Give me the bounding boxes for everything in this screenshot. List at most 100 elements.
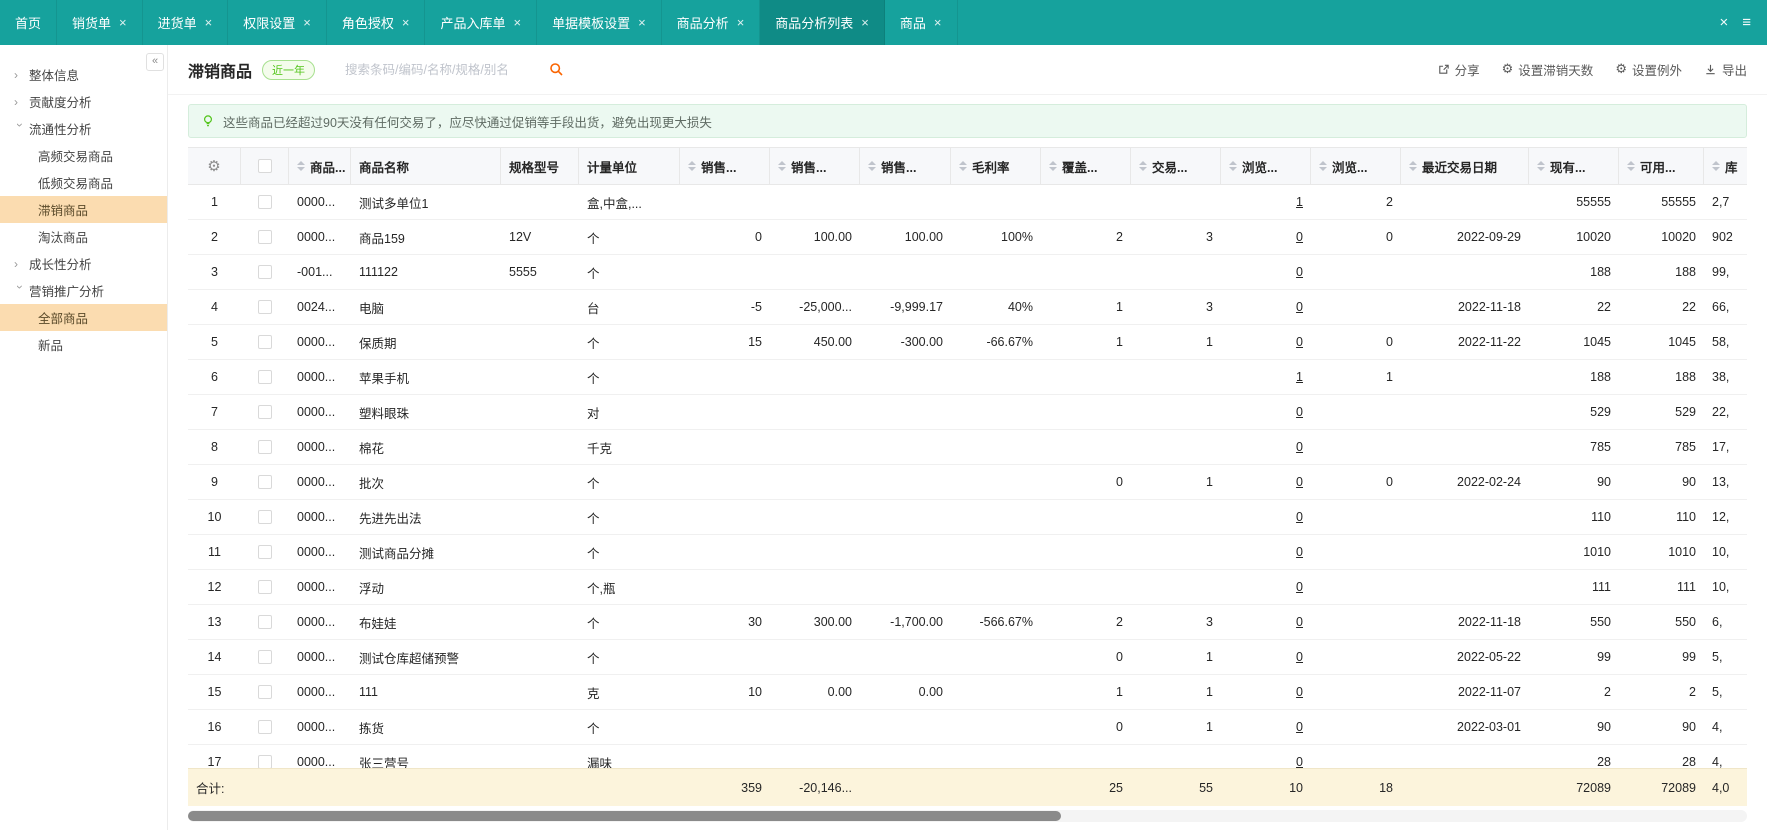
sort-caret-icon[interactable]	[688, 161, 696, 171]
views-link[interactable]: 0	[1296, 230, 1303, 244]
sort-caret-icon[interactable]	[1319, 161, 1327, 171]
sort-caret-icon[interactable]	[778, 161, 786, 171]
horizontal-scrollbar[interactable]	[188, 810, 1747, 822]
scrollbar-thumb[interactable]	[188, 811, 1062, 821]
sidebar-item-6[interactable]: 滞销商品	[0, 196, 167, 223]
column-header-17[interactable]: 库	[1704, 148, 1747, 184]
nav-tab-4[interactable]: 权限设置 ×	[228, 0, 327, 45]
sidebar-item-10[interactable]: 全部商品	[0, 304, 167, 331]
views-link[interactable]: 0	[1296, 545, 1303, 559]
views-link[interactable]: 0	[1296, 650, 1303, 664]
views-link[interactable]: 0	[1296, 510, 1303, 524]
sort-caret-icon[interactable]	[1139, 161, 1147, 171]
tab-close-icon[interactable]: ×	[513, 16, 521, 29]
nav-tab-6[interactable]: 产品入库单 ×	[425, 0, 538, 45]
row-checkbox[interactable]	[258, 720, 272, 734]
search-input[interactable]	[345, 62, 546, 77]
row-checkbox[interactable]	[258, 615, 272, 629]
search-icon[interactable]	[549, 62, 564, 77]
row-checkbox[interactable]	[258, 300, 272, 314]
row-checkbox[interactable]	[258, 335, 272, 349]
views-link[interactable]: 0	[1296, 405, 1303, 419]
views-link[interactable]: 0	[1296, 580, 1303, 594]
sidebar-item-7[interactable]: 淘汰商品	[0, 223, 167, 250]
sort-caret-icon[interactable]	[959, 161, 967, 171]
column-header-16[interactable]: 可用...	[1619, 148, 1704, 184]
sidebar-item-4[interactable]: 高频交易商品	[0, 142, 167, 169]
views-link[interactable]: 0	[1296, 440, 1303, 454]
views-link[interactable]: 0	[1296, 755, 1303, 768]
sidebar-item-8[interactable]: › 成长性分析	[0, 250, 167, 277]
sort-caret-icon[interactable]	[1712, 161, 1720, 171]
views-link[interactable]: 0	[1296, 300, 1303, 314]
sidebar-item-1[interactable]: › 整体信息	[0, 61, 167, 88]
set-exceptions-button[interactable]: ⚙ 设置例外	[1615, 60, 1682, 79]
row-checkbox[interactable]	[258, 475, 272, 489]
share-button[interactable]: 分享	[1437, 60, 1480, 79]
close-tabs-icon[interactable]: ×	[1719, 14, 1728, 31]
sort-caret-icon[interactable]	[297, 161, 305, 171]
tab-close-icon[interactable]: ×	[861, 16, 869, 29]
date-range-badge[interactable]: 近一年	[262, 59, 316, 80]
select-all-checkbox[interactable]	[257, 159, 272, 173]
column-header-6[interactable]: 销售...	[680, 148, 770, 184]
sidebar-item-3[interactable]: › 流通性分析	[0, 115, 167, 142]
tab-close-icon[interactable]: ×	[205, 16, 213, 29]
column-header-2[interactable]: 商品...	[289, 148, 351, 184]
row-checkbox[interactable]	[258, 650, 272, 664]
column-header-10[interactable]: 覆盖...	[1041, 148, 1131, 184]
column-header-11[interactable]: 交易...	[1131, 148, 1221, 184]
views-link[interactable]: 0	[1296, 475, 1303, 489]
sidebar-item-11[interactable]: 新品	[0, 331, 167, 358]
nav-tab-5[interactable]: 角色授权 ×	[327, 0, 426, 45]
sort-caret-icon[interactable]	[1627, 161, 1635, 171]
nav-tab-7[interactable]: 单据模板设置 ×	[537, 0, 662, 45]
nav-tab-10[interactable]: 商品 ×	[885, 0, 958, 45]
tab-close-icon[interactable]: ×	[934, 16, 942, 29]
column-header-9[interactable]: 毛利率	[951, 148, 1041, 184]
sort-caret-icon[interactable]	[1049, 161, 1057, 171]
sidebar-item-2[interactable]: › 贡献度分析	[0, 88, 167, 115]
sidebar-item-5[interactable]: 低频交易商品	[0, 169, 167, 196]
sort-caret-icon[interactable]	[1537, 161, 1545, 171]
nav-tab-2[interactable]: 销货单 ×	[57, 0, 143, 45]
tab-list-icon[interactable]: ≡	[1742, 14, 1751, 31]
views-link[interactable]: 1	[1296, 370, 1303, 384]
set-stale-days-button[interactable]: ⚙ 设置滞销天数	[1502, 60, 1594, 79]
views-link[interactable]: 0	[1296, 720, 1303, 734]
column-header-8[interactable]: 销售...	[860, 148, 951, 184]
views-link[interactable]: 1	[1296, 195, 1303, 209]
views-link[interactable]: 0	[1296, 615, 1303, 629]
tab-close-icon[interactable]: ×	[303, 16, 311, 29]
sidebar-collapse-button[interactable]: «	[146, 53, 164, 71]
row-checkbox[interactable]	[258, 370, 272, 384]
column-header-12[interactable]: 浏览...	[1221, 148, 1311, 184]
nav-tab-1[interactable]: 首页	[0, 0, 58, 45]
row-checkbox[interactable]	[258, 195, 272, 209]
row-checkbox[interactable]	[258, 265, 272, 279]
sort-caret-icon[interactable]	[868, 161, 876, 171]
row-checkbox[interactable]	[258, 580, 272, 594]
row-checkbox[interactable]	[258, 230, 272, 244]
column-header-7[interactable]: 销售...	[770, 148, 860, 184]
tab-close-icon[interactable]: ×	[737, 16, 745, 29]
column-header-13[interactable]: 浏览...	[1311, 148, 1401, 184]
tab-close-icon[interactable]: ×	[638, 16, 646, 29]
nav-tab-3[interactable]: 进货单 ×	[143, 0, 229, 45]
gear-icon[interactable]: ⚙	[207, 157, 220, 175]
row-checkbox[interactable]	[258, 440, 272, 454]
nav-tab-8[interactable]: 商品分析 ×	[662, 0, 761, 45]
row-checkbox[interactable]	[258, 685, 272, 699]
column-settings-header[interactable]: ⚙	[188, 148, 241, 184]
tab-close-icon[interactable]: ×	[402, 16, 410, 29]
tab-close-icon[interactable]: ×	[119, 16, 127, 29]
row-checkbox[interactable]	[258, 755, 272, 768]
sort-caret-icon[interactable]	[1229, 161, 1237, 171]
views-link[interactable]: 0	[1296, 335, 1303, 349]
column-header-15[interactable]: 现有...	[1529, 148, 1619, 184]
export-button[interactable]: 导出	[1704, 60, 1747, 79]
sidebar-item-9[interactable]: › 营销推广分析	[0, 277, 167, 304]
sort-caret-icon[interactable]	[1409, 161, 1417, 171]
row-checkbox[interactable]	[258, 510, 272, 524]
views-link[interactable]: 0	[1296, 685, 1303, 699]
